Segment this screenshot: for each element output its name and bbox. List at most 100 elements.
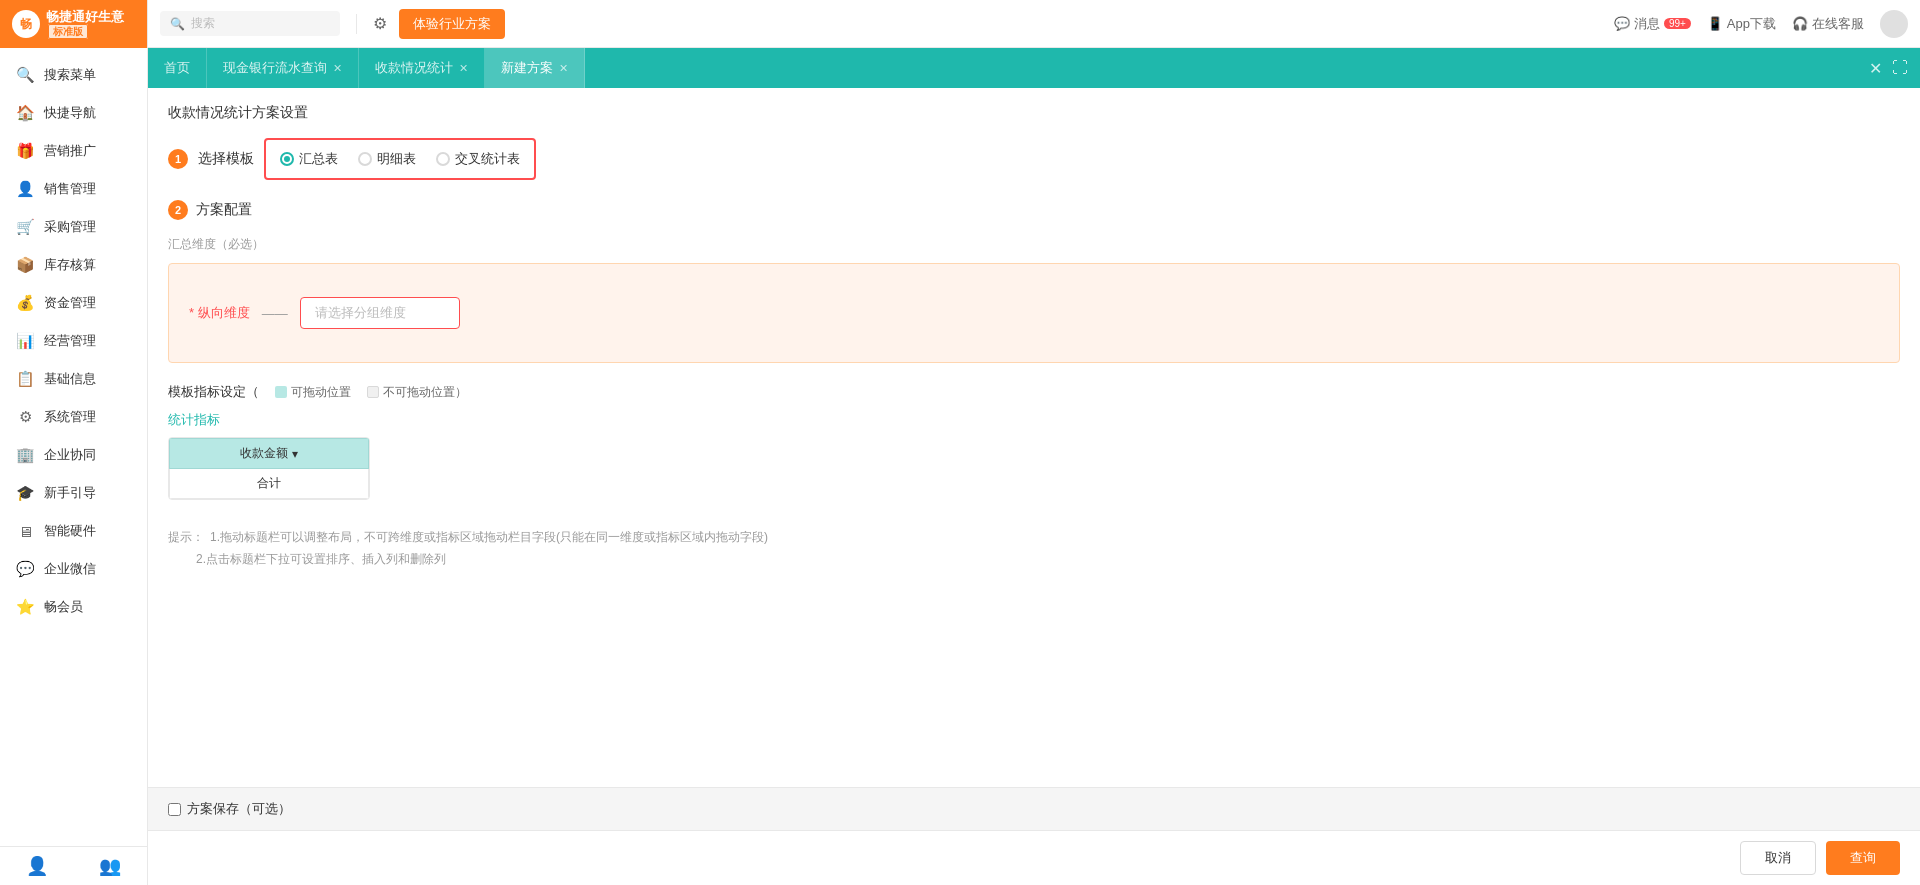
radio-cross-circle (436, 152, 450, 166)
sidebar-item-guide[interactable]: 🎓 新手引导 (0, 474, 147, 512)
tab-home[interactable]: 首页 (148, 48, 207, 88)
wechat-icon: 💬 (16, 560, 34, 578)
tab-expand-icon[interactable]: ⛶ (1892, 59, 1908, 77)
support-btn[interactable]: 🎧 在线客服 (1792, 15, 1864, 33)
cart-icon: 🛒 (16, 218, 34, 236)
logo-icon: 畅 (12, 10, 40, 38)
sidebar-footer-avatar1[interactable]: 👤 (26, 855, 48, 877)
tab-new-plan-close[interactable]: ✕ (559, 62, 568, 75)
sidebar-item-system[interactable]: ⚙ 系统管理 (0, 398, 147, 436)
metrics-label: 统计指标 (168, 411, 1900, 429)
main-area: 🔍 搜索 ⚙ 体验行业方案 💬 消息 99+ 📱 App下载 🎧 在线客服 (148, 0, 1920, 885)
gear-icon: ⚙ (16, 408, 34, 426)
radio-summary-circle (280, 152, 294, 166)
step2-header: 2 方案配置 (168, 200, 1900, 220)
metrics-table-wrap: 收款金额 ▾ 合计 (168, 437, 370, 500)
step1-row: 1 选择模板 汇总表 明细表 (168, 138, 1900, 180)
edition-badge: 标准版 (48, 24, 88, 39)
radio-detail-circle (358, 152, 372, 166)
topbar-right: 💬 消息 99+ 📱 App下载 🎧 在线客服 (1614, 10, 1908, 38)
hint-fixed: 不可拖动位置） (367, 384, 467, 401)
sidebar-item-member[interactable]: ⭐ 畅会员 (0, 588, 147, 626)
save-checkbox-label[interactable]: 方案保存（可选） (168, 800, 291, 818)
action-bar: 取消 查询 (148, 830, 1920, 885)
download-icon: 📱 (1707, 16, 1723, 31)
save-checkbox[interactable] (168, 803, 181, 816)
logo-text: 畅捷通好生意 (46, 9, 124, 25)
dimension-title: 汇总维度（必选） (168, 236, 1900, 253)
building-icon: 🏢 (16, 446, 34, 464)
footer-save-section: 方案保存（可选） (148, 787, 1920, 830)
sidebar-item-basic-info[interactable]: 📋 基础信息 (0, 360, 147, 398)
sidebar-item-smart-hardware[interactable]: 🖥 智能硬件 (0, 512, 147, 550)
radio-summary-dot (284, 156, 290, 162)
topbar-search[interactable]: 🔍 搜索 (160, 11, 340, 36)
metrics-cell-total: 合计 (170, 469, 369, 499)
cancel-button[interactable]: 取消 (1740, 841, 1816, 875)
dimension-select[interactable]: 请选择分组维度 (300, 297, 460, 329)
tip-title: 提示： 1.拖动标题栏可以调整布局，不可跨维度或指标区域拖动栏目字段(只能在同一… (168, 527, 1900, 549)
sidebar-item-sales[interactable]: 👤 销售管理 (0, 170, 147, 208)
topbar-divider (356, 14, 357, 34)
dropdown-icon: ▾ (292, 447, 298, 461)
sidebar-item-inventory[interactable]: 📦 库存核算 (0, 246, 147, 284)
hardware-icon: 🖥 (16, 522, 34, 540)
avatar1-icon: 👤 (26, 855, 48, 877)
gift-icon: 🎁 (16, 142, 34, 160)
metrics-table: 收款金额 ▾ 合计 (169, 438, 369, 499)
list-icon: 📋 (16, 370, 34, 388)
metrics-row: 合计 (170, 469, 369, 499)
notifications-btn[interactable]: 💬 消息 99+ (1614, 15, 1691, 33)
search-menu-icon: 🔍 (16, 66, 34, 84)
download-btn[interactable]: 📱 App下载 (1707, 15, 1776, 33)
sidebar-item-marketing[interactable]: 🎁 营销推广 (0, 132, 147, 170)
step1-section: 1 选择模板 汇总表 明细表 (168, 138, 1900, 180)
sidebar-item-finance[interactable]: 💰 资金管理 (0, 284, 147, 322)
step2-section: 2 方案配置 汇总维度（必选） * 纵向维度 —— 请选择分组维度 (168, 200, 1900, 570)
template-radio-group: 汇总表 明细表 交叉统计表 (264, 138, 536, 180)
settings-icon[interactable]: ⚙ (373, 14, 387, 33)
step2-badge: 2 (168, 200, 188, 220)
query-button[interactable]: 查询 (1826, 841, 1900, 875)
user-icon: 👤 (16, 180, 34, 198)
tab-bank-flow-close[interactable]: ✕ (333, 62, 342, 75)
sidebar-item-quick-nav[interactable]: 🏠 快捷导航 (0, 94, 147, 132)
dimension-area: * 纵向维度 —— 请选择分组维度 (168, 263, 1900, 363)
radio-detail[interactable]: 明细表 (358, 150, 416, 168)
tabbar-controls: ✕ ⛶ (1857, 48, 1920, 88)
tab-bank-flow[interactable]: 现金银行流水查询 ✕ (207, 48, 359, 88)
radio-cross[interactable]: 交叉统计表 (436, 150, 520, 168)
sidebar-item-operations[interactable]: 📊 经营管理 (0, 322, 147, 360)
fixed-indicator (367, 386, 379, 398)
money-icon: 💰 (16, 294, 34, 312)
sidebar-item-enterprise-collab[interactable]: 🏢 企业协同 (0, 436, 147, 474)
search-icon: 🔍 (170, 17, 185, 31)
tab-new-plan[interactable]: 新建方案 ✕ (485, 48, 585, 88)
content-inner: 收款情况统计方案设置 1 选择模板 汇总表 (148, 88, 1920, 787)
tab-collection-stats[interactable]: 收款情况统计 ✕ (359, 48, 485, 88)
chart-icon: 📊 (16, 332, 34, 350)
tab-close-all-icon[interactable]: ✕ (1869, 59, 1882, 78)
sidebar-nav: 🔍 搜索菜单 🏠 快捷导航 🎁 营销推广 👤 销售管理 🛒 采购管理 📦 库存核… (0, 48, 147, 846)
industry-btn[interactable]: 体验行业方案 (399, 9, 505, 39)
page-title: 收款情况统计方案设置 (168, 104, 1900, 122)
radio-summary[interactable]: 汇总表 (280, 150, 338, 168)
tabbar: 首页 现金银行流水查询 ✕ 收款情况统计 ✕ 新建方案 ✕ ✕ ⛶ (148, 48, 1920, 88)
sidebar-footer-avatar2[interactable]: 👥 (99, 855, 121, 877)
sidebar-footer: 👤 👥 (0, 846, 147, 885)
step1-label: 选择模板 (198, 150, 254, 168)
notifications-badge: 99+ (1664, 18, 1691, 29)
sidebar-item-purchase[interactable]: 🛒 采购管理 (0, 208, 147, 246)
sidebar-item-search[interactable]: 🔍 搜索菜单 (0, 56, 147, 94)
hint-draggable: 可拖动位置 (275, 384, 351, 401)
support-icon: 🎧 (1792, 16, 1808, 31)
tab-collection-stats-close[interactable]: ✕ (459, 62, 468, 75)
sidebar-logo: 畅 畅捷通好生意 标准版 (0, 0, 147, 48)
search-placeholder: 搜索 (191, 15, 215, 32)
tip-line2: 2.点击标题栏下拉可设置排序、插入列和删除列 (168, 549, 1900, 571)
sidebar-item-enterprise-wechat[interactable]: 💬 企业微信 (0, 550, 147, 588)
user-avatar[interactable] (1880, 10, 1908, 38)
metrics-col-header[interactable]: 收款金额 ▾ (170, 439, 369, 469)
step1-badge: 1 (168, 149, 188, 169)
tips-section: 提示： 1.拖动标题栏可以调整布局，不可跨维度或指标区域拖动栏目字段(只能在同一… (168, 527, 1900, 570)
